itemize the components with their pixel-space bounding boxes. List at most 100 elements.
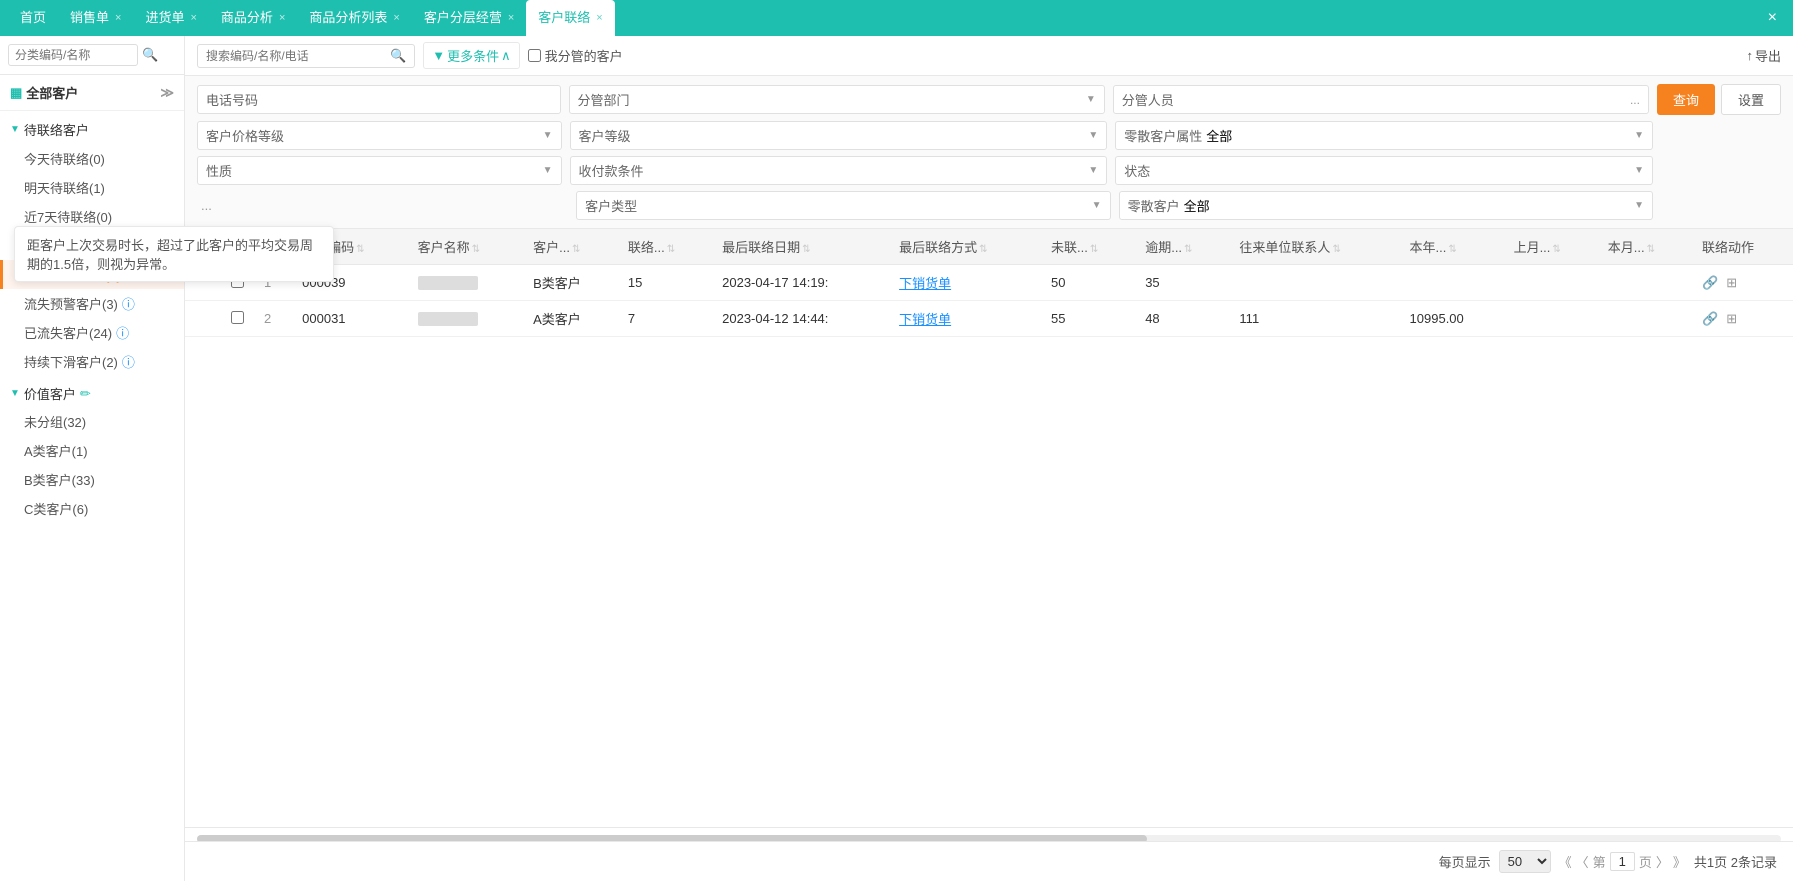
status-field[interactable]: 状态 ▼	[1115, 156, 1653, 185]
col-last-method[interactable]: 最后联络方式⇅	[889, 229, 1041, 265]
prev-page-button[interactable]: 〈	[1576, 852, 1589, 871]
row2-settings	[185, 301, 221, 337]
category-search-icon[interactable]: 🔍	[142, 47, 158, 63]
more-conditions-button[interactable]: ▼ 更多条件 ∧	[423, 42, 519, 69]
customer-level-field[interactable]: 客户等级 ▼	[570, 121, 1108, 150]
col-name[interactable]: 客户名称⇅	[408, 229, 523, 265]
next-page-button[interactable]: 〉	[1656, 852, 1669, 871]
search-input-wrap[interactable]: 🔍	[197, 44, 415, 68]
last-page-button[interactable]: 》	[1673, 852, 1686, 871]
col-this-month[interactable]: 本月...⇅	[1598, 229, 1692, 265]
row1-contacts	[1229, 265, 1399, 301]
col-overdue[interactable]: 逾期...⇅	[1135, 229, 1229, 265]
row2-grid-icon[interactable]: ⊞	[1726, 311, 1737, 327]
query-button[interactable]: 查询	[1657, 84, 1715, 115]
page-navigation: 《 〈 第 1 页 〉 》	[1559, 852, 1686, 871]
churned-info-icon[interactable]: ⓘ	[116, 323, 129, 342]
nav-sales-close[interactable]: ×	[115, 0, 121, 36]
nav-customer-contact[interactable]: 客户联络 ×	[526, 0, 614, 36]
nav-product-list[interactable]: 商品分析列表 ×	[297, 0, 411, 36]
type-sort-icon: ⇅	[572, 244, 580, 255]
nav-sales[interactable]: 销售单 ×	[58, 0, 133, 36]
sidebar-item-a-class[interactable]: A类客户(1)	[0, 436, 184, 465]
payment-terms-field[interactable]: 收付款条件 ▼	[570, 156, 1108, 185]
dept-field[interactable]: 分管部门 ▼	[569, 85, 1105, 114]
phone-field[interactable]: 电话号码	[197, 85, 561, 114]
churn-warning-info-icon[interactable]: ⓘ	[122, 294, 135, 313]
export-icon: ↑	[1746, 48, 1753, 63]
row2-checkbox[interactable]	[231, 311, 244, 324]
dept-arrow-icon: ▼	[1086, 94, 1096, 105]
sidebar-collapse-icon[interactable]: ≫	[160, 85, 174, 101]
table-header-row: ⚙ 客户编码⇅ 客户名称⇅ 客户...⇅ 联络...⇅ 最后联络日期⇅ 最后联络…	[185, 229, 1793, 265]
nature-field[interactable]: 性质 ▼	[197, 156, 562, 185]
retail-customer-field[interactable]: 零散客户 全部 ▼	[1119, 191, 1653, 220]
total-info: 共1页 2条记录	[1694, 852, 1777, 871]
row2-overdue: 48	[1135, 301, 1229, 337]
sidebar-group-waiting[interactable]: ▼ 待联络客户	[0, 115, 184, 144]
first-page-button[interactable]: 《	[1559, 852, 1572, 871]
sidebar-item-b-class[interactable]: B类客户(33)	[0, 465, 184, 494]
per-page-label: 每页显示	[1439, 852, 1491, 871]
setting-button[interactable]: 设置	[1721, 84, 1781, 115]
my-customers-checkbox[interactable]	[528, 49, 541, 62]
nav-product-list-close[interactable]: ×	[393, 0, 399, 36]
col-type[interactable]: 客户...⇅	[523, 229, 618, 265]
page-end-label: 页	[1639, 852, 1652, 871]
current-page-input[interactable]: 1	[1610, 852, 1635, 871]
window-close-button[interactable]: ×	[1760, 9, 1785, 27]
col-last-date[interactable]: 最后联络日期⇅	[712, 229, 889, 265]
row1-link-icon[interactable]: 🔗	[1702, 275, 1718, 291]
filter-more-dots[interactable]: ...	[197, 198, 216, 213]
nav-purchase[interactable]: 进货单 ×	[133, 0, 208, 36]
sidebar-item-today[interactable]: 今天待联络(0)	[0, 144, 184, 173]
sidebar-item-declining[interactable]: 持续下滑客户(2) ⓘ	[0, 347, 184, 376]
col-contact[interactable]: 联络...⇅	[618, 229, 712, 265]
nav-customer-contact-close[interactable]: ×	[596, 0, 602, 36]
phone-input[interactable]	[262, 93, 551, 107]
sidebar: 🔍 ▦ 全部客户 ≫ ▼ 待联络客户 今天待联络(0) 明天待联络(1) 近7天…	[0, 36, 185, 881]
table-row: 1 000039 B类客户 15 2023-04-17 14:19: 下销货单 …	[185, 265, 1793, 301]
row1-last-method[interactable]: 下销货单	[889, 265, 1041, 301]
sidebar-item-churn-warning[interactable]: 流失预警客户(3) ⓘ	[0, 289, 184, 318]
row1-contact: 15	[618, 265, 712, 301]
row2-link-icon[interactable]: 🔗	[1702, 311, 1718, 327]
nav-customer-tier-close[interactable]: ×	[508, 0, 514, 36]
nav-customer-tier[interactable]: 客户分层经营 ×	[412, 0, 526, 36]
retail-attr-field[interactable]: 零散客户属性 全部 ▼	[1115, 121, 1653, 150]
row1-uncontacted: 50	[1041, 265, 1135, 301]
sidebar-item-churned[interactable]: 已流失客户(24) ⓘ	[0, 318, 184, 347]
category-search-input[interactable]	[8, 44, 138, 66]
search-bar-icon[interactable]: 🔍	[390, 48, 406, 64]
row1-overdue: 35	[1135, 265, 1229, 301]
customer-type-field[interactable]: 客户类型 ▼	[576, 191, 1110, 220]
per-page-select[interactable]: 50 100 200	[1499, 850, 1551, 873]
horizontal-scrollbar[interactable]	[185, 827, 1793, 841]
nav-home[interactable]: 首页	[8, 0, 58, 36]
manager-field[interactable]: 分管人员 ...	[1113, 85, 1649, 114]
col-contacts[interactable]: 往来单位联系人⇅	[1229, 229, 1399, 265]
row1-action-icons: 🔗 ⊞	[1702, 275, 1783, 291]
row1-grid-icon[interactable]: ⊞	[1726, 275, 1737, 291]
last-month-sort-icon: ⇅	[1552, 244, 1560, 255]
row2-last-method[interactable]: 下销货单	[889, 301, 1041, 337]
nav-purchase-close[interactable]: ×	[190, 0, 196, 36]
row2-uncontacted: 55	[1041, 301, 1135, 337]
sidebar-item-c-class[interactable]: C类客户(6)	[0, 494, 184, 523]
col-uncontacted[interactable]: 未联...⇅	[1041, 229, 1135, 265]
search-input[interactable]	[206, 49, 386, 63]
price-level-field[interactable]: 客户价格等级 ▼	[197, 121, 562, 150]
value-customer-edit-icon[interactable]: ✏	[80, 386, 91, 402]
sidebar-item-ungrouped[interactable]: 未分组(32)	[0, 407, 184, 436]
nav-product-analysis-close[interactable]: ×	[279, 0, 285, 36]
sidebar-item-tomorrow[interactable]: 明天待联络(1)	[0, 173, 184, 202]
table-row: 2 000031 A类客户 7 2023-04-12 14:44: 下销货单 5…	[185, 301, 1793, 337]
col-this-year[interactable]: 本年...⇅	[1400, 229, 1504, 265]
declining-info-icon[interactable]: ⓘ	[122, 352, 135, 371]
col-last-month[interactable]: 上月...⇅	[1504, 229, 1598, 265]
all-customers-title[interactable]: ▦ 全部客户 ≫	[0, 75, 184, 111]
filter-row-2: 客户价格等级 ▼ 客户等级 ▼ 零散客户属性 全部 ▼	[197, 121, 1781, 150]
this-year-sort-icon: ⇅	[1448, 244, 1456, 255]
nav-product-analysis[interactable]: 商品分析 ×	[209, 0, 297, 36]
export-button[interactable]: ↑ 导出	[1746, 46, 1781, 65]
